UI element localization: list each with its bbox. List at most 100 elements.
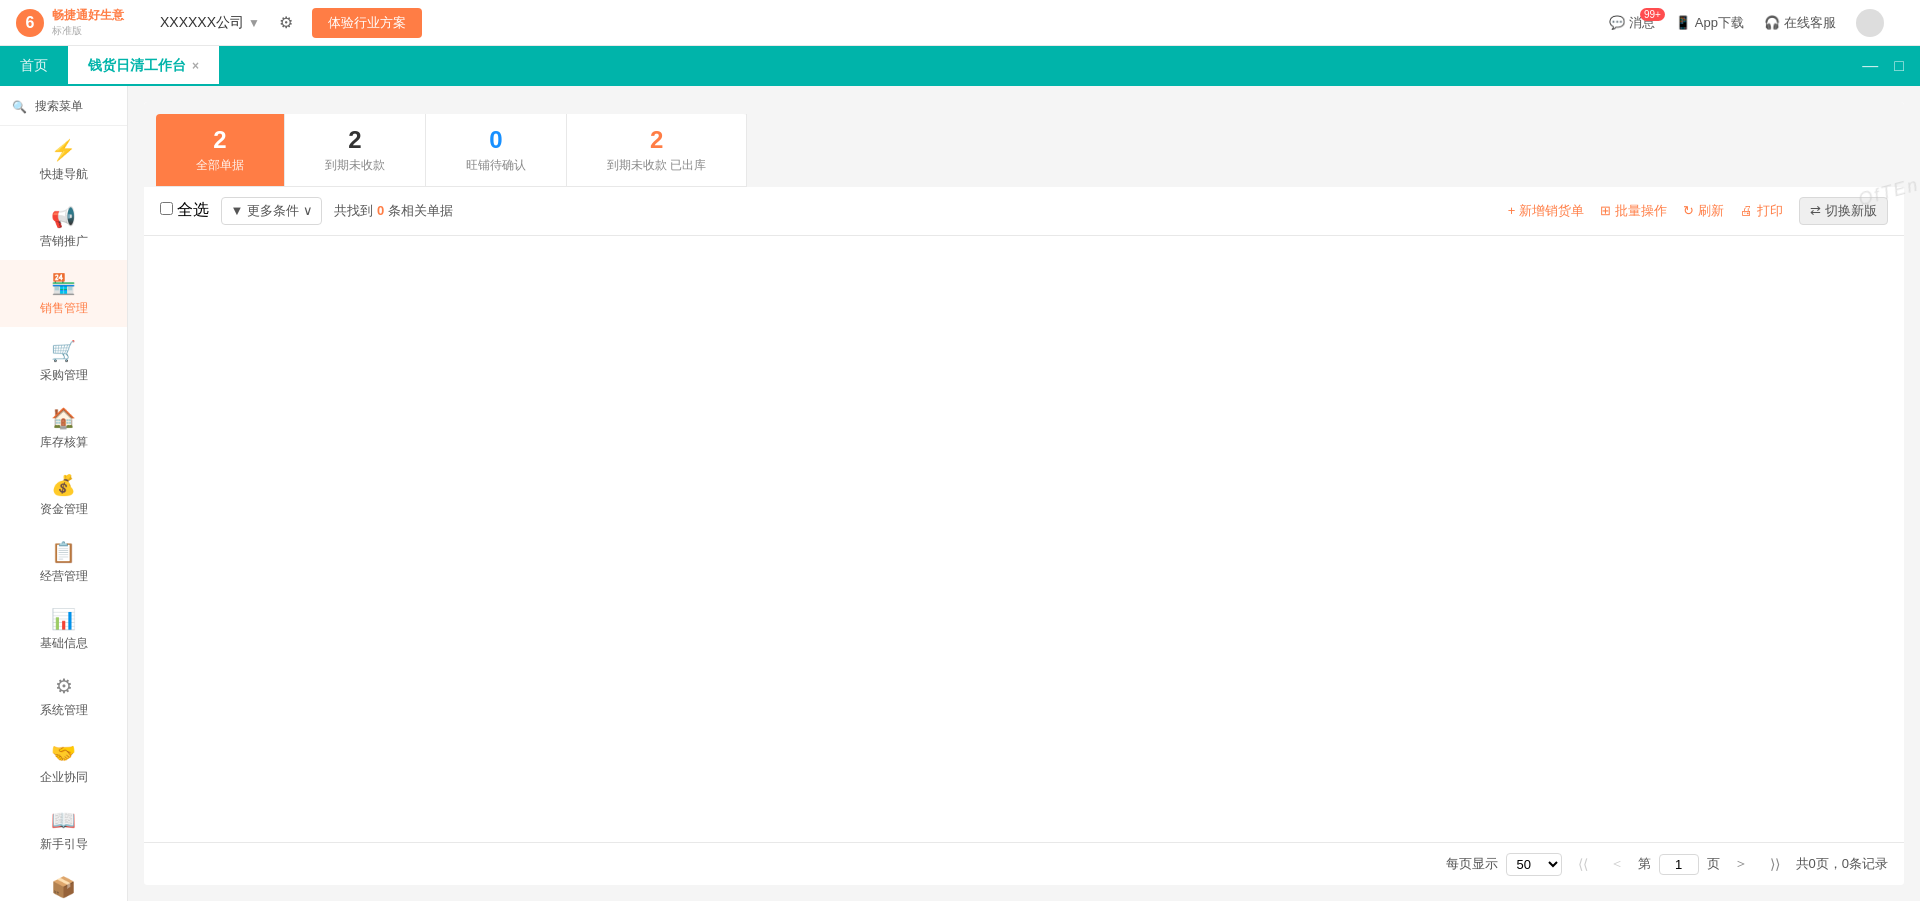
top-header: 6 畅捷通好生意 标准版 XXXXXX公司 ▼ ⚙ 体验行业方案 💬 消息 99… <box>0 0 1920 46</box>
filter-button[interactable]: ▼ 更多条件 ∨ <box>221 197 322 225</box>
logo-line2: 标准版 <box>52 24 124 37</box>
basic-info-icon: 📊 <box>51 607 76 631</box>
sidebar-item-label: 销售管理 <box>40 300 88 317</box>
toolbar-right: + 新增销货单 ⊞ 批量操作 ↻ 刷新 🖨 打印 ⇄ <box>1508 197 1888 225</box>
sidebar-item-label: 采购管理 <box>40 367 88 384</box>
add-button[interactable]: + 新增销货单 <box>1508 202 1584 220</box>
stat-label-shipped: 到期未收款 已出库 <box>607 157 706 174</box>
trial-button[interactable]: 体验行业方案 <box>312 8 422 38</box>
print-button[interactable]: 🖨 打印 <box>1740 202 1783 220</box>
stat-label-all: 全部单据 <box>196 157 244 174</box>
sidebar-item-cooperation[interactable]: 🤝 企业协同 <box>0 729 127 796</box>
quick-nav-icon: ⚡ <box>51 138 76 162</box>
sidebar-item-basic-info[interactable]: 📊 基础信息 <box>0 595 127 662</box>
sidebar-item-finance[interactable]: 💰 资金管理 <box>0 461 127 528</box>
guide-icon: 📖 <box>51 808 76 832</box>
app-download-button[interactable]: 📱 App下载 <box>1675 14 1744 32</box>
sidebar-item-label: 快捷导航 <box>40 166 88 183</box>
operation-icon: 📋 <box>51 540 76 564</box>
sidebar-item-system[interactable]: ⚙ 系统管理 <box>0 662 127 729</box>
tab-work-bench[interactable]: 钱货日清工作台 × <box>68 46 219 86</box>
stat-tabs-wrapper: 2 全部单据 2 到期未收款 0 旺铺待确认 2 到期未收款 已出库 <box>144 102 1904 187</box>
message-icon: 💬 <box>1609 15 1625 30</box>
stat-number-pending: 0 <box>489 126 502 155</box>
page-label-end: 页 <box>1707 855 1720 873</box>
per-page-label: 每页显示 <box>1446 855 1498 873</box>
sidebar-item-inventory[interactable]: 🏠 库存核算 <box>0 394 127 461</box>
sidebar-item-app-center[interactable]: 📦 应用中心 <box>0 863 127 901</box>
print-icon: 🖨 <box>1740 203 1753 218</box>
table-wrapper <box>144 236 1904 842</box>
stat-label-overdue: 到期未收款 <box>325 157 385 174</box>
chevron-down-icon: ▼ <box>248 16 260 30</box>
sales-icon: 🏪 <box>51 272 76 296</box>
header-right: 💬 消息 99+ 📱 App下载 🎧 在线客服 <box>1609 9 1904 37</box>
select-all-checkbox[interactable]: 全选 <box>160 200 209 221</box>
batch-icon: ⊞ <box>1600 203 1611 218</box>
chevron-icon: ∨ <box>303 203 313 218</box>
stat-tab-overdue[interactable]: 2 到期未收款 <box>285 114 426 186</box>
sidebar-item-guide[interactable]: 📖 新手引导 <box>0 796 127 863</box>
stat-tab-all[interactable]: 2 全部单据 <box>156 114 285 186</box>
main-layout: 🔍 搜索菜单 ⚡ 快捷导航 📢 营销推广 🏪 销售管理 🛒 采购管理 🏠 库存核… <box>0 86 1920 901</box>
system-icon: ⚙ <box>55 674 73 698</box>
page-size-select[interactable]: 50 10 20 100 <box>1506 853 1562 876</box>
page-first-button[interactable]: ⟨⟨ <box>1570 851 1596 877</box>
tab-home[interactable]: 首页 <box>0 46 68 86</box>
switch-icon: ⇄ <box>1810 203 1821 218</box>
sidebar-item-label: 资金管理 <box>40 501 88 518</box>
stat-number-shipped: 2 <box>650 126 663 155</box>
found-text: 共找到 0 条相关单据 <box>334 202 452 220</box>
toolbar: 全选 ▼ 更多条件 ∨ 共找到 0 条相关单据 + 新增销货单 ⊞ 批量操作 <box>144 187 1904 236</box>
sidebar: 🔍 搜索菜单 ⚡ 快捷导航 📢 营销推广 🏪 销售管理 🛒 采购管理 🏠 库存核… <box>0 86 128 901</box>
tab-close-icon[interactable]: × <box>192 59 199 73</box>
stat-tab-pending[interactable]: 0 旺铺待确认 <box>426 114 567 186</box>
refresh-button[interactable]: ↻ 刷新 <box>1683 202 1724 220</box>
tab-actions: — □ <box>1858 53 1920 79</box>
app-center-icon: 📦 <box>51 875 76 899</box>
online-service-label: 在线客服 <box>1784 14 1836 32</box>
sidebar-item-label: 营销推广 <box>40 233 88 250</box>
online-service-button[interactable]: 🎧 在线客服 <box>1764 14 1836 32</box>
stat-number-all: 2 <box>213 126 226 155</box>
stat-number-overdue: 2 <box>348 126 361 155</box>
sidebar-item-purchase[interactable]: 🛒 采购管理 <box>0 327 127 394</box>
select-all-label: 全选 <box>177 201 209 218</box>
sidebar-item-quick-nav[interactable]: ⚡ 快捷导航 <box>0 126 127 193</box>
page-prev-button[interactable]: ＜ <box>1604 851 1630 877</box>
sidebar-search[interactable]: 🔍 搜索菜单 <box>0 86 127 126</box>
page-input[interactable] <box>1659 854 1699 875</box>
inventory-icon: 🏠 <box>51 406 76 430</box>
stat-label-pending: 旺铺待确认 <box>466 157 526 174</box>
stat-tabs: 2 全部单据 2 到期未收款 0 旺铺待确认 2 到期未收款 已出库 <box>156 114 747 187</box>
sidebar-item-label: 库存核算 <box>40 434 88 451</box>
total-text: 共0页，0条记录 <box>1796 855 1888 873</box>
purchase-icon: 🛒 <box>51 339 76 363</box>
sidebar-item-label: 基础信息 <box>40 635 88 652</box>
sidebar-item-sales[interactable]: 🏪 销售管理 <box>0 260 127 327</box>
sidebar-item-label: 新手引导 <box>40 836 88 853</box>
message-button[interactable]: 💬 消息 99+ <box>1609 14 1655 32</box>
refresh-icon: ↻ <box>1683 203 1694 218</box>
switch-button[interactable]: ⇄ 切换新版 <box>1799 197 1888 225</box>
batch-button[interactable]: ⊞ 批量操作 <box>1600 202 1667 220</box>
page-last-button[interactable]: ⟩⟩ <box>1762 851 1788 877</box>
search-label: 搜索菜单 <box>35 98 83 115</box>
app-download-label: App下载 <box>1695 14 1744 32</box>
sidebar-item-operation[interactable]: 📋 经营管理 <box>0 528 127 595</box>
page-next-button[interactable]: ＞ <box>1728 851 1754 877</box>
logo-line1: 畅捷通好生意 <box>52 8 124 24</box>
gear-button[interactable]: ⚙ <box>272 9 300 37</box>
company-select[interactable]: XXXXXX公司 ▼ <box>160 14 260 32</box>
avatar[interactable] <box>1856 9 1884 37</box>
sidebar-item-marketing[interactable]: 📢 营销推广 <box>0 193 127 260</box>
minimize-icon[interactable]: — <box>1858 53 1882 79</box>
download-icon: 📱 <box>1675 15 1691 30</box>
stat-tab-shipped[interactable]: 2 到期未收款 已出库 <box>567 114 747 186</box>
nav-tabs: 首页 钱货日清工作台 × — □ <box>0 46 1920 86</box>
header-middle: XXXXXX公司 ▼ ⚙ 体验行业方案 <box>144 8 1609 38</box>
message-badge: 99+ <box>1640 8 1665 21</box>
select-all-input[interactable] <box>160 202 173 215</box>
logo-area: 6 畅捷通好生意 标准版 <box>16 8 144 37</box>
maximize-icon[interactable]: □ <box>1890 53 1908 79</box>
